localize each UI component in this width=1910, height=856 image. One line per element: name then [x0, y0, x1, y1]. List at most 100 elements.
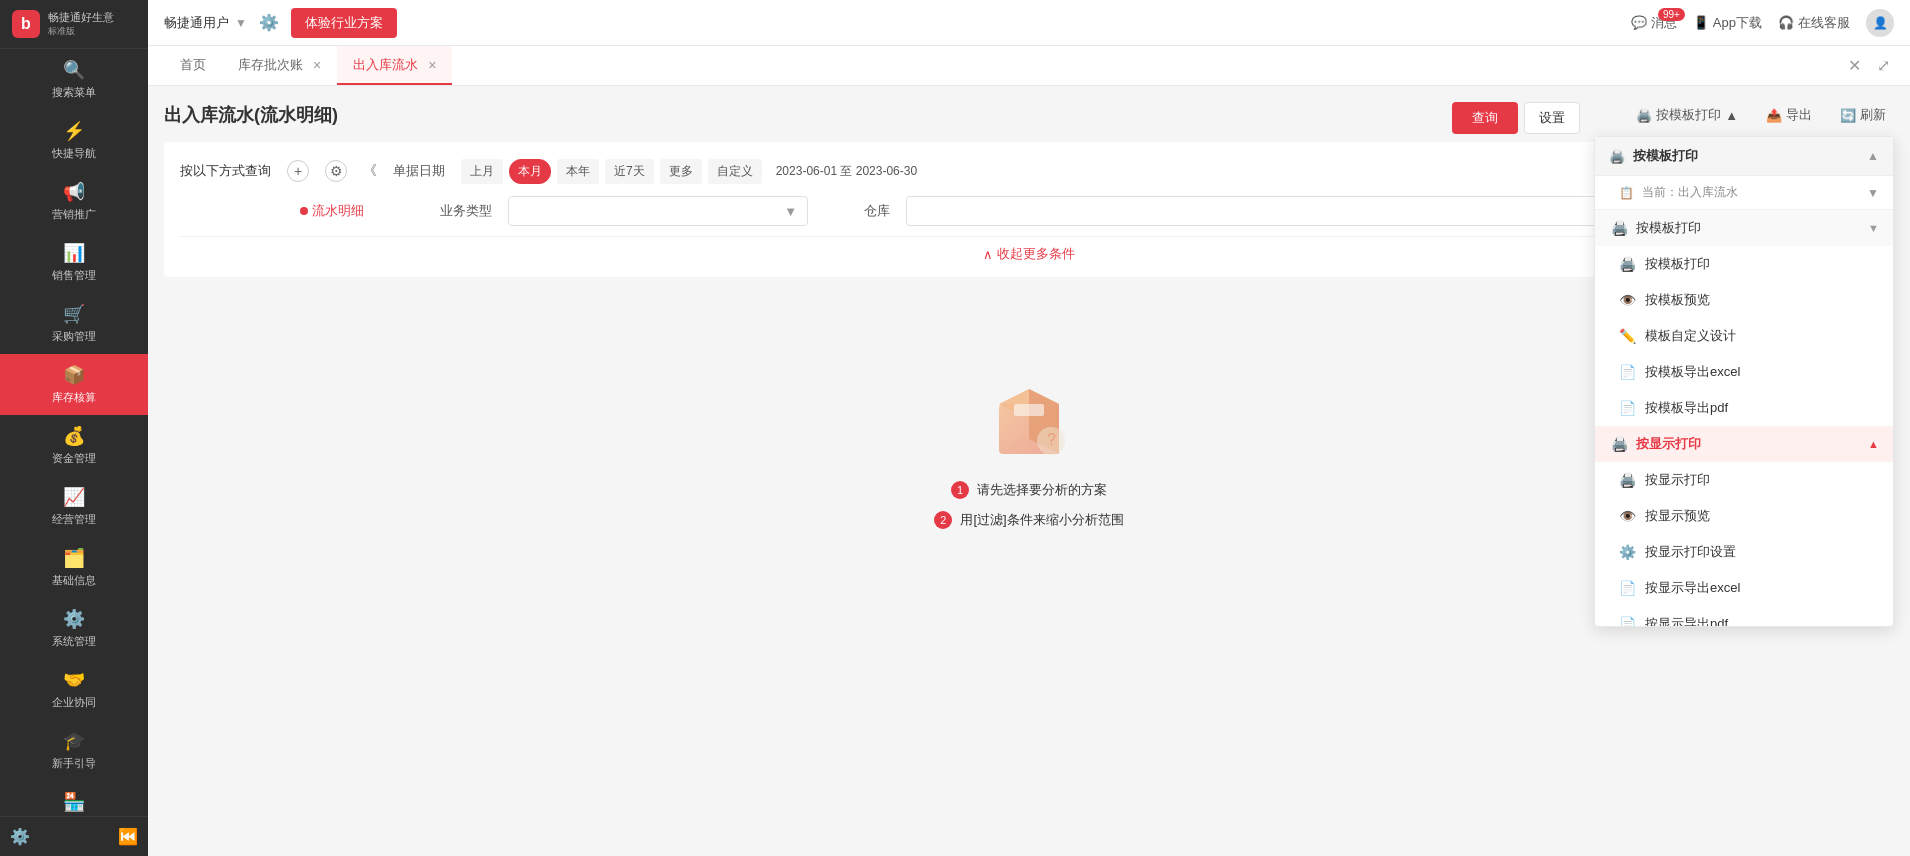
sidebar-item-label: 基础信息 — [52, 573, 96, 588]
date-range-display: 2023-06-01 至 2023-06-30 — [776, 163, 917, 180]
app-download-btn[interactable]: 📱 App下载 — [1693, 14, 1762, 32]
close-window-btn[interactable]: ✕ — [1844, 52, 1865, 79]
tab-home[interactable]: 首页 — [164, 46, 222, 85]
date-btn-last-month[interactable]: 上月 — [461, 159, 503, 184]
sidebar-item-collab[interactable]: 🤝 企业协同 — [0, 659, 148, 720]
display-preview-icon: 👁️ — [1619, 508, 1635, 524]
export-btn[interactable]: 📤 导出 — [1758, 102, 1820, 128]
display-export-excel-icon: 📄 — [1619, 580, 1635, 596]
empty-hint-2: 2 用[过滤]条件来缩小分析范围 — [934, 511, 1123, 529]
display-preview-item[interactable]: 👁️ 按显示预览 — [1595, 498, 1893, 534]
purchase-icon: 🛒 — [63, 303, 85, 325]
flow-type-label: 流水明细 — [312, 202, 364, 220]
sidebar-item-quick-nav[interactable]: ⚡ 快捷导航 — [0, 110, 148, 171]
biz-type-value — [519, 202, 532, 220]
inventory-icon: 📦 — [63, 364, 85, 386]
sidebar-item-inventory[interactable]: 📦 库存核算 — [0, 354, 148, 415]
refresh-btn[interactable]: 🔄 刷新 — [1832, 102, 1894, 128]
filter-config-btn[interactable]: ⚙ — [325, 160, 347, 182]
tab-flow[interactable]: 出入库流水 × — [337, 46, 452, 85]
tab-batch-account[interactable]: 库存批次账 × — [222, 46, 337, 85]
dropdown-title: 按模板打印 — [1633, 147, 1867, 165]
print-btn[interactable]: 🖨️ 按模板打印 ▲ — [1628, 102, 1746, 128]
dropdown-main-header[interactable]: 🖨️ 按模板打印 ▲ — [1595, 137, 1893, 176]
topbar: 畅捷通用户 ▼ ⚙️ 体验行业方案 💬 消息 99+ 📱 App下载 🎧 在线客… — [148, 0, 1910, 46]
template-export-excel-item[interactable]: 📄 按模板导出excel — [1595, 354, 1893, 390]
sidebar-item-apps[interactable]: 🏪 应用中心 — [0, 781, 148, 816]
settings-btn[interactable]: 设置 — [1524, 102, 1580, 134]
sidebar-item-search[interactable]: 🔍 搜索菜单 — [0, 49, 148, 110]
system-icon: ⚙️ — [63, 608, 85, 630]
message-btn[interactable]: 💬 消息 99+ — [1631, 14, 1677, 32]
sidebar-item-business[interactable]: 📈 经营管理 — [0, 476, 148, 537]
template-export-pdf-item[interactable]: 📄 按模板导出pdf — [1595, 390, 1893, 426]
collab-icon: 🤝 — [63, 669, 85, 691]
collapse-sidebar-icon[interactable]: ⏮️ — [118, 827, 138, 846]
marketing-icon: 📢 — [63, 181, 85, 203]
sidebar-item-system[interactable]: ⚙️ 系统管理 — [0, 598, 148, 659]
svg-rect-3 — [1014, 404, 1044, 416]
user-avatar[interactable]: 👤 — [1866, 9, 1894, 37]
display-export-pdf-item[interactable]: 📄 按显示导出pdf — [1595, 606, 1893, 626]
template-preview-item[interactable]: 👁️ 按模板预览 — [1595, 282, 1893, 318]
sidebar-bottom: ⚙️ ⏮️ — [0, 816, 148, 856]
display-printer-icon: 🖨️ — [1611, 436, 1628, 452]
finance-icon: 💰 — [63, 425, 85, 447]
biz-type-select[interactable]: ▼ — [508, 196, 808, 226]
tab-batch-account-close[interactable]: × — [313, 57, 321, 73]
sidebar-item-label: 库存核算 — [52, 390, 96, 405]
template-print-section-header[interactable]: 🖨️ 按模板打印 ▼ — [1595, 210, 1893, 246]
display-print-title: 按显示打印 — [1636, 435, 1868, 453]
date-btn-more[interactable]: 更多 — [660, 159, 702, 184]
template-custom-label: 模板自定义设计 — [1645, 327, 1736, 345]
template-custom-item[interactable]: ✏️ 模板自定义设计 — [1595, 318, 1893, 354]
display-print-settings-item[interactable]: ⚙️ 按显示打印设置 — [1595, 534, 1893, 570]
tabbar: 首页 库存批次账 × 出入库流水 × ✕ ⤢ — [148, 46, 1910, 86]
template-print-item[interactable]: 🖨️ 按模板打印 — [1595, 246, 1893, 282]
collapse-btn-label: 收起更多条件 — [997, 245, 1075, 263]
right-action-btns: 查询 设置 — [1452, 102, 1580, 134]
filter-collapse-icon[interactable]: 《 — [363, 162, 377, 180]
sidebar-item-finance[interactable]: 💰 资金管理 — [0, 415, 148, 476]
query-btn[interactable]: 查询 — [1452, 102, 1518, 134]
display-print-item[interactable]: 🖨️ 按显示打印 — [1595, 462, 1893, 498]
display-settings-icon: ⚙️ — [1619, 544, 1635, 560]
user-dropdown-arrow[interactable]: ▼ — [235, 16, 247, 30]
filter-add-btn[interactable]: + — [287, 160, 309, 182]
display-export-excel-item[interactable]: 📄 按显示导出excel — [1595, 570, 1893, 606]
app-download-label: App下载 — [1713, 14, 1762, 32]
display-print-label: 按显示打印 — [1645, 471, 1710, 489]
empty-hint-2-text: 用[过滤]条件来缩小分析范围 — [960, 511, 1123, 529]
template-export-excel-label: 按模板导出excel — [1645, 363, 1740, 381]
date-btn-custom[interactable]: 自定义 — [708, 159, 762, 184]
topbar-gear-icon[interactable]: ⚙️ — [259, 13, 279, 32]
sidebar-item-guide[interactable]: 🎓 新手引导 — [0, 720, 148, 781]
date-btn-this-month[interactable]: 本月 — [509, 159, 551, 184]
empty-hint-1: 1 请先选择要分析的方案 — [951, 481, 1107, 499]
user-area[interactable]: 畅捷通用户 ▼ — [164, 14, 247, 32]
user-name: 畅捷通用户 — [164, 14, 229, 32]
template-print-section: 🖨️ 按模板打印 ▼ 🖨️ 按模板打印 👁️ 按模板预览 — [1595, 210, 1893, 426]
display-preview-label: 按显示预览 — [1645, 507, 1710, 525]
sidebar-item-marketing[interactable]: 📢 营销推广 — [0, 171, 148, 232]
tab-flow-label: 出入库流水 — [353, 56, 418, 74]
flow-type-dot — [300, 207, 308, 215]
sidebar-item-basic[interactable]: 🗂️ 基础信息 — [0, 537, 148, 598]
sidebar-item-sales[interactable]: 📊 销售管理 — [0, 232, 148, 293]
app-logo: b 畅捷通好生意 标准版 — [0, 0, 148, 49]
settings-bottom-icon[interactable]: ⚙️ — [10, 827, 30, 846]
online-service-btn[interactable]: 🎧 在线客服 — [1778, 14, 1850, 32]
tab-flow-close[interactable]: × — [428, 57, 436, 73]
template-export-pdf-label: 按模板导出pdf — [1645, 399, 1728, 417]
trial-btn[interactable]: 体验行业方案 — [291, 8, 397, 38]
date-group: 上月 本月 本年 近7天 更多 自定义 2023-06-01 至 2023-06… — [461, 159, 1614, 184]
display-print-section-header[interactable]: 🖨️ 按显示打印 ▲ — [1595, 426, 1893, 462]
date-btn-this-year[interactable]: 本年 — [557, 159, 599, 184]
maximize-window-btn[interactable]: ⤢ — [1873, 52, 1894, 79]
sidebar-item-purchase[interactable]: 🛒 采购管理 — [0, 293, 148, 354]
sidebar-item-label: 经营管理 — [52, 512, 96, 527]
app-download-icon: 📱 — [1693, 15, 1709, 30]
business-icon: 📈 — [63, 486, 85, 508]
collapse-btn[interactable]: ∧ 收起更多条件 — [983, 245, 1075, 263]
date-btn-7days[interactable]: 近7天 — [605, 159, 654, 184]
